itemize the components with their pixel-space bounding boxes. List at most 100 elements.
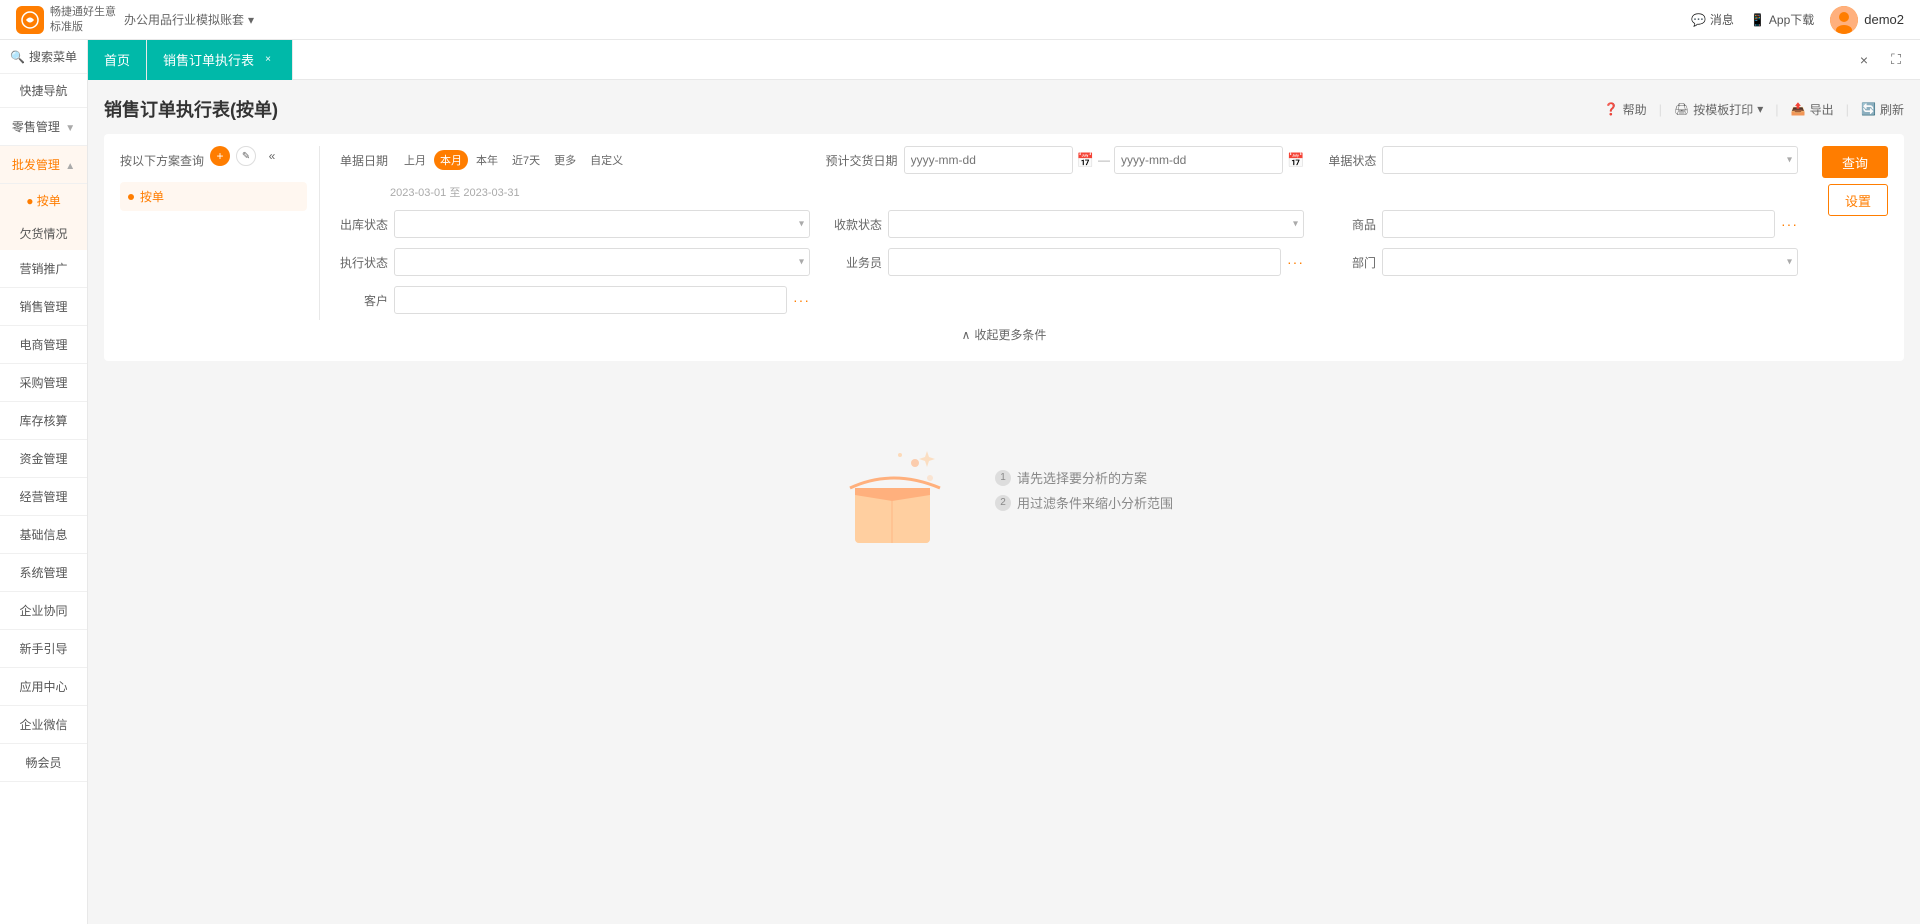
filter-collect-status-item: 收款状态 ▾ (826, 210, 1304, 238)
sidebar-item-member[interactable]: 畅会员 (0, 744, 87, 782)
chevron-down-icon: ▾ (248, 13, 254, 27)
logo-area: 畅捷通好生意 标准版 (16, 5, 116, 34)
filter-salesman-item: 业务员 ··· (826, 248, 1304, 276)
out-status-select[interactable] (394, 210, 810, 238)
empty-tip-2: 2 用过滤条件来缩小分析范围 (995, 493, 1173, 512)
bill-status-select-wrapper: ▾ (1382, 146, 1798, 174)
filter-scheme-title: 按以下方案查询 + ✎ « (120, 146, 307, 174)
page-header: 销售订单执行表(按单) ❓ 帮助 | 🖨 按模板打印 ▾ | 📤 (104, 96, 1904, 122)
maximize-btn[interactable]: ⛶ (1884, 48, 1908, 72)
collapse-panel-btn[interactable]: « (262, 146, 282, 166)
sidebar-item-basic-info[interactable]: 基础信息 (0, 516, 87, 554)
active-dot (128, 194, 134, 200)
date-range-display: 2023-03-01 至 2023-03-31 (390, 184, 1798, 200)
filter-row-3: 执行状态 ▾ 业务员 ··· (332, 248, 1798, 276)
date-tab-current-month[interactable]: 本月 (434, 150, 468, 170)
query-btn-col: 查询 设置 (1798, 146, 1888, 320)
filter-dept-item: 部门 ▾ (1320, 248, 1798, 276)
message-nav-item[interactable]: 💬 消息 (1691, 11, 1734, 28)
date-tab-7days[interactable]: 近7天 (506, 150, 546, 170)
sidebar-item-wholesale[interactable]: 批发管理 ▲ (0, 146, 87, 184)
sidebar-item-marketing[interactable]: 营销推广 (0, 250, 87, 288)
sidebar-item-inventory[interactable]: 库存核算 (0, 402, 87, 440)
top-bar: 畅捷通好生意 标准版 办公用品行业模拟账套 ▾ 💬 消息 📱 App下载 (0, 0, 1920, 40)
minimize-btn[interactable]: × (1852, 48, 1876, 72)
sidebar-item-ecommerce[interactable]: 电商管理 (0, 326, 87, 364)
date-tab-current-year[interactable]: 本年 (470, 150, 504, 170)
settings-btn[interactable]: 设置 (1828, 184, 1888, 216)
scheme-item-byorder[interactable]: 按单 (120, 182, 307, 211)
filter-row-1: 单据日期 上月 本月 本年 近7天 更多 自定义 (332, 146, 1798, 174)
filter-left-panel: 按以下方案查询 + ✎ « 按单 (120, 146, 320, 320)
sidebar-item-enterprise[interactable]: 企业协同 (0, 592, 87, 630)
collapse-icon: ∧ (962, 328, 971, 342)
sidebar-item-system[interactable]: 系统管理 (0, 554, 87, 592)
exec-status-select[interactable] (394, 248, 810, 276)
tab-bar: 首页 销售订单执行表 × × ⛶ (88, 40, 1920, 80)
salesman-more-btn[interactable]: ··· (1287, 254, 1304, 270)
print-btn[interactable]: 🖨 按模板打印 ▾ (1674, 101, 1763, 118)
logo-icon (16, 6, 44, 34)
chevron-icon: ▼ (65, 123, 75, 134)
sidebar-item-finance[interactable]: 资金管理 (0, 440, 87, 478)
tab-actions: × ⛶ (1840, 48, 1920, 72)
customer-input[interactable] (394, 286, 787, 314)
calendar-from-icon[interactable]: 📅 (1077, 152, 1094, 169)
empty-state: 1 请先选择要分析的方案 2 用过滤条件来缩小分析范围 (104, 373, 1904, 613)
add-scheme-btn[interactable]: + (210, 146, 230, 166)
top-bar-left: 畅捷通好生意 标准版 办公用品行业模拟账套 ▾ (16, 5, 254, 34)
collapse-conditions-btn[interactable]: ∧ 收起更多条件 (120, 320, 1888, 349)
user-area[interactable]: demo2 (1830, 6, 1904, 34)
breadcrumb[interactable]: 办公用品行业模拟账套 ▾ (124, 11, 254, 28)
customer-more-btn[interactable]: ··· (793, 292, 810, 308)
exec-status-select-wrapper: ▾ (394, 248, 810, 276)
sidebar: 🔍 搜索菜单 快捷导航 零售管理 ▼ 批发管理 ▲ ● 按单 欠货情况 营销推广… (0, 40, 88, 924)
empty-tip-1: 1 请先选择要分析的方案 (995, 468, 1173, 487)
sidebar-search-section: 🔍 搜索菜单 (0, 40, 87, 74)
empty-illustration-svg (835, 433, 955, 553)
calendar-to-icon[interactable]: 📅 (1287, 152, 1304, 169)
export-icon: 📤 (1791, 102, 1806, 116)
sidebar-item-sales-mgmt[interactable]: 销售管理 (0, 288, 87, 326)
empty-tips: 1 请先选择要分析的方案 2 用过滤条件来缩小分析范围 (995, 468, 1173, 518)
sidebar-item-app-center[interactable]: 应用中心 (0, 668, 87, 706)
tab-home[interactable]: 首页 (88, 40, 147, 80)
mobile-icon: 📱 (1750, 13, 1765, 27)
sidebar-item-purchase[interactable]: 采购管理 (0, 364, 87, 402)
page-title: 销售订单执行表(按单) (104, 96, 278, 122)
tab-close-icon[interactable]: × (260, 52, 276, 68)
refresh-btn[interactable]: 🔄 刷新 (1861, 101, 1904, 118)
collect-status-select[interactable] (888, 210, 1304, 238)
sidebar-sub-item-shortage[interactable]: 欠货情况 (0, 217, 87, 250)
filter-row-2: 出库状态 ▾ 收款状态 ▾ (332, 210, 1798, 238)
app-download-nav-item[interactable]: 📱 App下载 (1750, 11, 1814, 28)
query-btn[interactable]: 查询 (1822, 146, 1888, 178)
salesman-input[interactable] (888, 248, 1281, 276)
date-tab-more[interactable]: 更多 (548, 150, 582, 170)
sidebar-sub-item-order[interactable]: ● 按单 (0, 184, 87, 217)
expected-date-from[interactable] (904, 146, 1073, 174)
expected-date-to[interactable] (1114, 146, 1283, 174)
date-tab-custom[interactable]: 自定义 (584, 150, 629, 170)
goods-input[interactable] (1382, 210, 1775, 238)
dept-select[interactable] (1382, 248, 1798, 276)
sidebar-item-newbie[interactable]: 新手引导 (0, 630, 87, 668)
page-actions: ❓ 帮助 | 🖨 按模板打印 ▾ | 📤 导出 | (1604, 101, 1904, 118)
collect-status-select-wrapper: ▾ (888, 210, 1304, 238)
print-dropdown-icon: ▾ (1757, 102, 1763, 116)
sidebar-item-quick-nav[interactable]: 快捷导航 (0, 74, 87, 108)
goods-more-btn[interactable]: ··· (1781, 216, 1798, 232)
filter-out-status-item: 出库状态 ▾ (332, 210, 810, 238)
edit-scheme-btn[interactable]: ✎ (236, 146, 256, 166)
date-tabs: 上月 本月 本年 近7天 更多 自定义 (398, 150, 629, 170)
sidebar-search-trigger[interactable]: 🔍 搜索菜单 (6, 48, 81, 65)
sidebar-item-wechat[interactable]: 企业微信 (0, 706, 87, 744)
help-btn[interactable]: ❓ 帮助 (1604, 101, 1647, 118)
sidebar-item-operations[interactable]: 经营管理 (0, 478, 87, 516)
bill-status-select[interactable] (1382, 146, 1798, 174)
print-icon: 🖨 (1674, 102, 1689, 116)
export-btn[interactable]: 📤 导出 (1791, 101, 1834, 118)
date-tab-last-month[interactable]: 上月 (398, 150, 432, 170)
sidebar-item-retail[interactable]: 零售管理 ▼ (0, 108, 87, 146)
tab-sales-order[interactable]: 销售订单执行表 × (147, 40, 293, 80)
